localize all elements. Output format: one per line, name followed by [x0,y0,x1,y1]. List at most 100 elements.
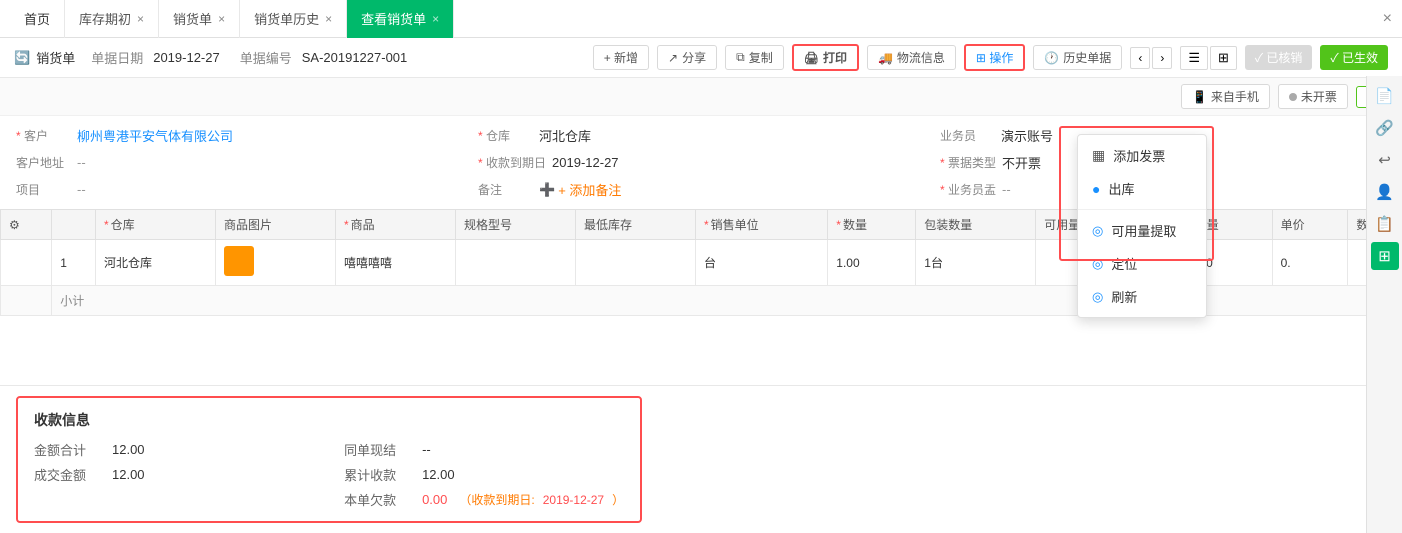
outstanding-label: 本单欠款 [344,490,414,509]
copy-icon: ⧉ [736,50,745,65]
row-gear [1,240,52,286]
customer-value[interactable]: 柳州粤港平安气体有限公司 [77,126,233,145]
outstanding-note: （收款到期日: [459,491,534,508]
grid-view-button[interactable]: ⊞ [1210,46,1237,70]
document-meta: 单据日期 2019-12-27 单据编号 SA-20191227-001 [91,48,407,67]
total-amount-value: 12.00 [112,442,145,457]
project-label: 项目 [16,181,71,198]
note-row: 备注 ➕ + 添加备注 [478,180,924,199]
tab-close-history[interactable]: × [325,12,332,26]
address-row: 客户地址 -- [16,153,462,172]
check-icon: ✓ [1255,51,1263,65]
effective-button[interactable]: ✓ 已生效 [1320,45,1388,70]
address-value: -- [77,155,86,170]
warehouse-value: 河北仓库 [539,126,591,145]
number-value: SA-20191227-001 [302,50,408,65]
next-button[interactable]: › [1152,47,1172,69]
sidebar-link-icon[interactable]: 🔗 [1371,114,1399,142]
same-settle-value: -- [422,442,431,457]
product-thumbnail [224,246,254,276]
deal-amount-row: 成交金额 12.00 [34,465,314,484]
refresh-icon: ◎ [1092,289,1103,305]
col-product-img: 商品图片 [215,210,335,240]
payment-date-row: 收款到期日 2019-12-27 [478,153,924,172]
customer-row: 客户 柳州粤港平安气体有限公司 [16,126,462,145]
new-button[interactable]: + 新增 [593,45,649,70]
available-icon: ◎ [1092,223,1103,239]
tab-home[interactable]: 首页 [10,0,65,38]
salesperson-label: 业务员 [940,127,995,144]
document-type: 🔄 销货单 [14,48,75,67]
row-product-img [215,240,335,286]
window-close-button[interactable]: × [1383,10,1392,28]
list-view-button[interactable]: ☰ [1180,46,1208,70]
truck-icon: 🚚 [878,51,893,65]
note-label: 备注 [478,181,533,198]
dropdown-available-qty[interactable]: ◎ 可用量提取 [1078,214,1206,247]
customer-label: 客户 [16,127,71,144]
add-note-button[interactable]: ➕ + 添加备注 [539,180,621,199]
outstanding-close: ） [612,491,624,508]
col-spec: 规格型号 [455,210,575,240]
canceled-button[interactable]: ✓ 已核销 [1245,45,1313,70]
tab-close-sales[interactable]: × [218,12,225,26]
view-toggle: ☰ ⊞ [1180,46,1237,70]
sidebar-return-icon[interactable]: ↩ [1371,146,1399,174]
sidebar-clipboard-icon[interactable]: 📋 [1371,210,1399,238]
tab-inventory-init[interactable]: 库存期初 × [65,0,159,38]
number-label: 单据编号 [240,48,292,67]
tab-view-sales[interactable]: 查看销货单 × [347,0,454,38]
subtotal-gear [1,286,52,316]
dropdown-outbound[interactable]: ● 出库 [1078,172,1206,205]
address-label: 客户地址 [16,154,71,171]
dropdown-add-invoice[interactable]: ▦ 添加发票 [1078,139,1206,172]
row-product: 嘻嘻嘻嘻 [335,240,455,286]
salesperson2-label: 业务员盂 [940,181,996,198]
col-unit-price: 单价 [1272,210,1348,240]
invoice-icon: ▦ [1092,147,1105,164]
payment-date-value: 2019-12-27 [552,155,619,170]
sidebar-doc-icon[interactable]: 📄 [1371,82,1399,110]
history-icon: 🕐 [1044,51,1059,65]
print-button[interactable]: 🖨 打印 [792,44,859,71]
outstanding-date: 2019-12-27 [543,493,604,507]
tab-sales-history[interactable]: 销货单历史 × [240,0,347,38]
operate-dropdown: ▦ 添加发票 ● 出库 ◎ 可用量提取 ◎ 定位 ◎ 刷新 [1077,134,1207,318]
payment-date-label: 收款到期日 [478,154,546,171]
share-button[interactable]: ↗ 分享 [657,45,717,70]
logistics-button[interactable]: 🚚 物流信息 [867,45,956,70]
total-amount-row: 金额合计 12.00 [34,440,314,459]
cumulative-received-label: 累计收款 [344,465,414,484]
document-actions: + 新增 ↗ 分享 ⧉ 复制 🖨 打印 🚚 物流信息 [593,44,1388,71]
copy-button[interactable]: ⧉ 复制 [725,45,784,70]
dropdown-refresh[interactable]: ◎ 刷新 [1078,280,1206,313]
operate-button[interactable]: ⊞ 操作 [964,44,1025,71]
history-button[interactable]: 🕐 历史单据 [1033,45,1122,70]
row-quantity: 1.00 [828,240,916,286]
doc-type-label: 销货单 [36,48,75,67]
col-quantity: *数量 [828,210,916,240]
payment-info-title: 收款信息 [34,410,624,430]
tab-sales-order[interactable]: 销货单 × [159,0,240,38]
prev-button[interactable]: ‹ [1130,47,1150,69]
grid-icon: ⊞ [976,51,986,65]
doc-type-icon: 🔄 [14,50,30,66]
ticket-type-label: 票据类型 [940,154,996,171]
not-opened-button[interactable]: 未开票 [1278,84,1348,109]
dropdown-locate[interactable]: ◎ 定位 [1078,247,1206,280]
col-gear: ⚙ [1,210,52,240]
tab-close-view[interactable]: × [432,12,439,26]
row-min-stock [575,240,695,286]
plus-icon: ➕ [539,182,555,198]
same-settle-label: 同单现结 [344,440,414,459]
sidebar-user-icon[interactable]: 👤 [1371,178,1399,206]
phone-icon: 📱 [1192,90,1207,104]
document-header: 🔄 销货单 单据日期 2019-12-27 单据编号 SA-20191227-0… [0,38,1402,78]
sidebar-expand-icon[interactable]: ⊞ [1371,242,1399,270]
project-value: -- [77,182,86,197]
tab-close-inventory[interactable]: × [137,12,144,26]
from-phone-button[interactable]: 📱 来自手机 [1181,84,1270,109]
salesperson2-value: -- [1002,182,1011,197]
tab-bar: 首页 库存期初 × 销货单 × 销货单历史 × 查看销货单 × × [0,0,1402,38]
row-pack-qty: 1台 [916,240,1036,286]
